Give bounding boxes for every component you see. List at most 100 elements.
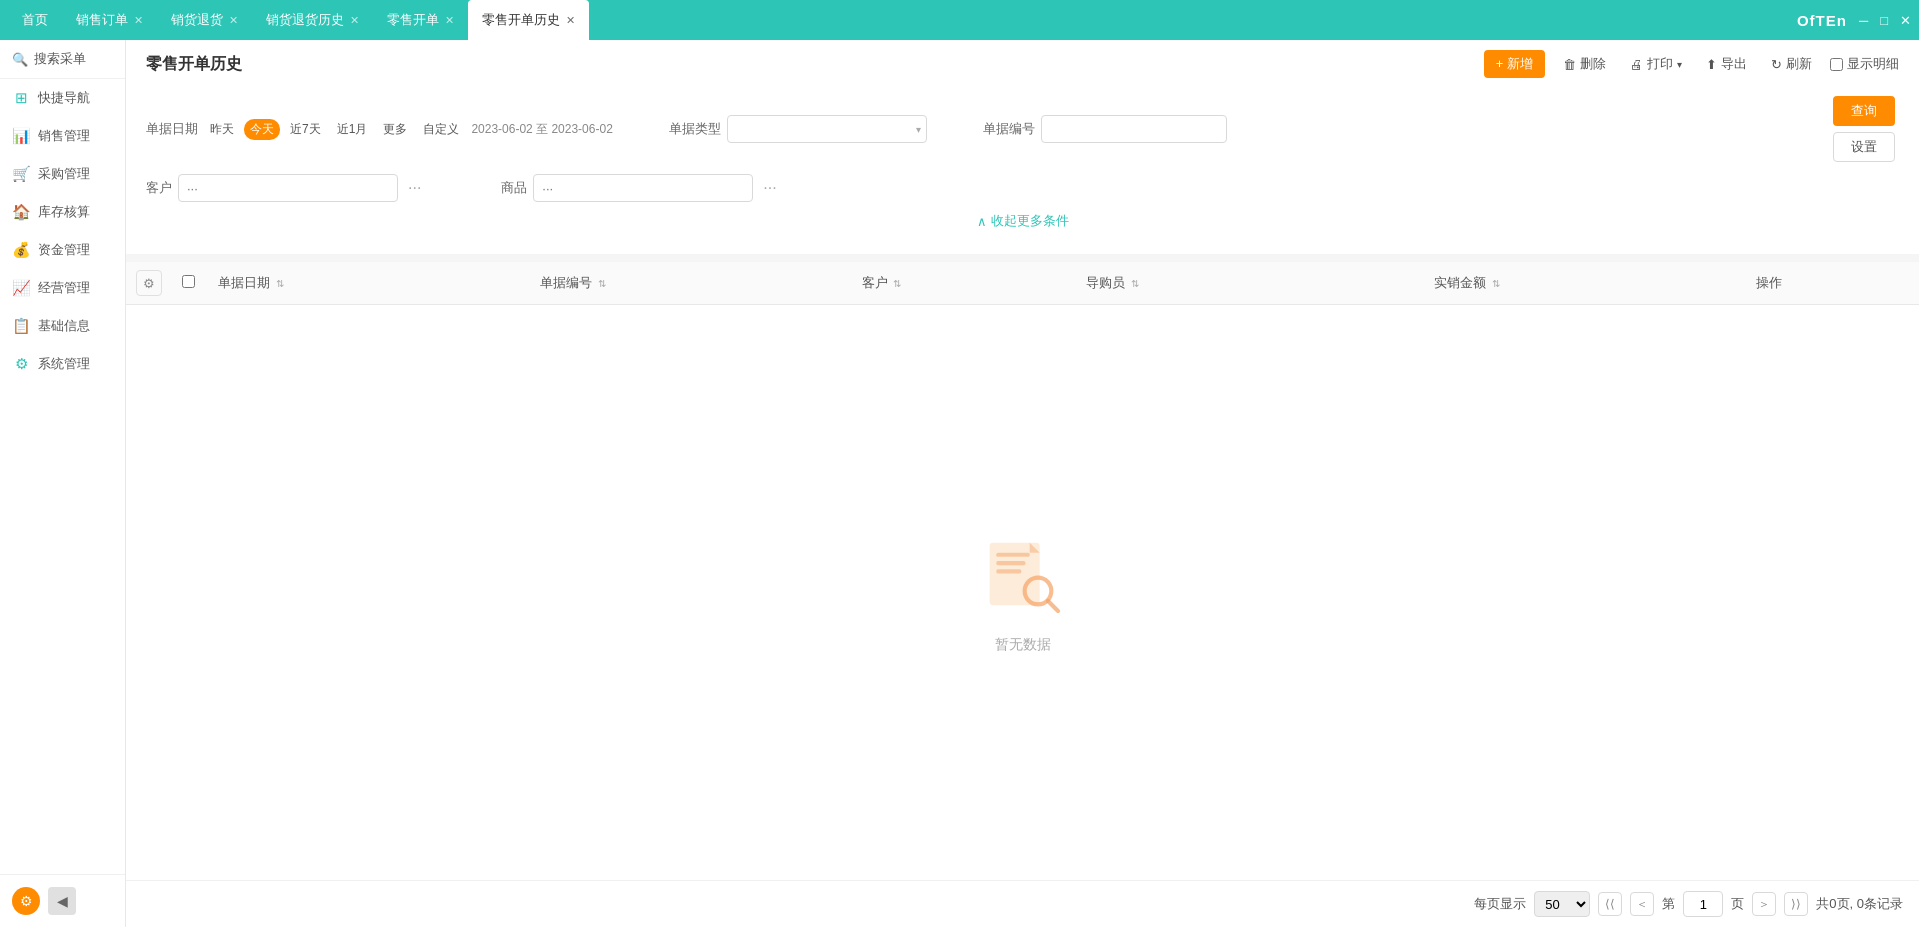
date-filter-label: 单据日期 [146,120,198,138]
collapse-more-conditions[interactable]: ∧ 收起更多条件 [146,212,1899,230]
customer-input[interactable] [178,174,398,202]
goods-input[interactable] [533,174,753,202]
brand-label: OfTEn [1797,12,1847,29]
export-icon: ⬆ [1706,57,1717,72]
tab-sales-return[interactable]: 销货退货 ✕ [157,0,252,40]
customer-dots-icon[interactable]: ··· [404,179,425,197]
date-opt-7days[interactable]: 近7天 [284,119,327,140]
tab-retail-open-close[interactable]: ✕ [445,14,454,27]
sidebar-item-finance[interactable]: 💰 资金管理 [0,231,125,269]
inventory-icon: 🏠 [12,203,30,221]
bill-type-select[interactable] [727,115,927,143]
add-button[interactable]: + 新增 [1484,50,1545,78]
tab-retail-history-close[interactable]: ✕ [566,14,575,27]
prev-page-button[interactable]: ＜ [1630,892,1654,916]
th-no-sort-icon[interactable]: ⇅ [598,278,606,289]
empty-text: 暂无数据 [995,636,1051,654]
sidebar-gear-button[interactable]: ⚙ [12,887,40,915]
delete-icon: 🗑 [1563,57,1576,72]
date-options: 昨天 今天 近7天 近1月 更多 自定义 [204,119,465,140]
th-no-label: 单据编号 [540,275,592,290]
page-suffix: 页 [1731,895,1744,913]
page-title-row: 零售开单历史 + 新增 🗑 删除 🖨 打印 ▾ ⬆ 导出 [146,50,1899,78]
operations-icon: 📈 [12,279,30,297]
filter-bill-type: 单据类型 ▾ [669,115,927,143]
finance-icon: 💰 [12,241,30,259]
th-date-sort-icon[interactable]: ⇅ [276,278,284,289]
tab-return-history-label: 销货退货历史 [266,11,344,29]
system-icon: ⚙ [12,355,30,373]
date-opt-today[interactable]: 今天 [244,119,280,140]
sidebar-item-inventory-label: 库存核算 [38,203,90,221]
tab-home[interactable]: 首页 [8,0,62,40]
page-input[interactable] [1683,891,1723,917]
print-icon: 🖨 [1630,57,1643,72]
filter-date: 单据日期 昨天 今天 近7天 近1月 更多 自定义 2023-06-02 至 2… [146,119,613,140]
th-action: 操作 [1746,262,1919,305]
th-customer-label: 客户 [862,275,888,290]
date-opt-more[interactable]: 更多 [377,119,413,140]
tab-return-history-close[interactable]: ✕ [350,14,359,27]
sidebar-search-label: 搜索采单 [34,50,86,68]
sidebar-bottom: ⚙ ◀ [0,874,125,927]
date-opt-yesterday[interactable]: 昨天 [204,119,240,140]
th-no: 单据编号 ⇅ [530,262,852,305]
svg-rect-1 [996,553,1029,557]
quick-nav-icon: ⊞ [12,89,30,107]
sidebar-item-quick-nav[interactable]: ⊞ 快捷导航 [0,79,125,117]
th-guide-sort-icon[interactable]: ⇅ [1131,278,1139,289]
delete-button[interactable]: 🗑 删除 [1557,51,1612,77]
th-spacer [1349,262,1424,305]
sidebar-item-basic-info-label: 基础信息 [38,317,90,335]
table-gear-button[interactable]: ⚙ [136,270,162,296]
refresh-button[interactable]: ↻ 刷新 [1765,51,1818,77]
goods-dots-icon[interactable]: ··· [759,179,780,197]
last-page-button[interactable]: ⟩⟩ [1784,892,1808,916]
tab-sales-return-close[interactable]: ✕ [229,14,238,27]
tab-retail-history[interactable]: 零售开单历史 ✕ [468,0,589,40]
page-label: 第 [1662,895,1675,913]
tab-return-history[interactable]: 销货退货历史 ✕ [252,0,373,40]
window-controls: OfTEn ─ □ ✕ [1797,12,1911,29]
goods-label: 商品 [501,179,527,197]
collapse-label: 收起更多条件 [991,212,1069,230]
tab-sales-order-close[interactable]: ✕ [134,14,143,27]
sidebar-item-system[interactable]: ⚙ 系统管理 [0,345,125,383]
export-button[interactable]: ⬆ 导出 [1700,51,1753,77]
close-btn[interactable]: ✕ [1900,13,1911,28]
print-chevron: ▾ [1677,59,1682,70]
first-page-button[interactable]: ⟨⟨ [1598,892,1622,916]
sidebar-item-purchase-mgmt-label: 采购管理 [38,165,90,183]
sidebar-search[interactable]: 🔍 搜索采单 [0,40,125,79]
maximize-btn[interactable]: □ [1880,13,1888,28]
sidebar-item-inventory[interactable]: 🏠 库存核算 [0,193,125,231]
date-opt-custom[interactable]: 自定义 [417,119,465,140]
th-guide: 导购员 ⇅ [1076,262,1349,305]
display-detail-input[interactable] [1830,58,1843,71]
bill-no-input[interactable] [1041,115,1227,143]
th-customer-sort-icon[interactable]: ⇅ [893,278,901,289]
next-page-button[interactable]: ＞ [1752,892,1776,916]
tab-retail-open-label: 零售开单 [387,11,439,29]
minimize-btn[interactable]: ─ [1859,13,1868,28]
sidebar-collapse-button[interactable]: ◀ [48,887,76,915]
th-settings: ⚙ [126,262,172,305]
tab-retail-open[interactable]: 零售开单 ✕ [373,0,468,40]
select-all-checkbox[interactable] [182,275,195,288]
per-page-select[interactable]: 50 100 200 [1534,891,1590,917]
tab-home-label: 首页 [22,11,48,29]
date-opt-1month[interactable]: 近1月 [331,119,374,140]
sidebar-item-basic-info[interactable]: 📋 基础信息 [0,307,125,345]
settings-button[interactable]: 设置 [1833,132,1895,162]
print-button[interactable]: 🖨 打印 ▾ [1624,51,1688,77]
svg-line-6 [1048,601,1058,611]
tab-sales-order[interactable]: 销售订单 ✕ [62,0,157,40]
tab-bar: 首页 销售订单 ✕ 销货退货 ✕ 销货退货历史 ✕ 零售开单 ✕ 零售开单历史 … [0,0,1919,40]
query-button[interactable]: 查询 [1833,96,1895,126]
filter-bill-no: 单据编号 [983,115,1227,143]
sidebar-item-purchase-mgmt[interactable]: 🛒 采购管理 [0,155,125,193]
th-amount-sort-icon[interactable]: ⇅ [1492,278,1500,289]
sidebar-item-sales-mgmt[interactable]: 📊 销售管理 [0,117,125,155]
display-detail-checkbox[interactable]: 显示明细 [1830,55,1899,73]
sidebar-item-operations[interactable]: 📈 经营管理 [0,269,125,307]
